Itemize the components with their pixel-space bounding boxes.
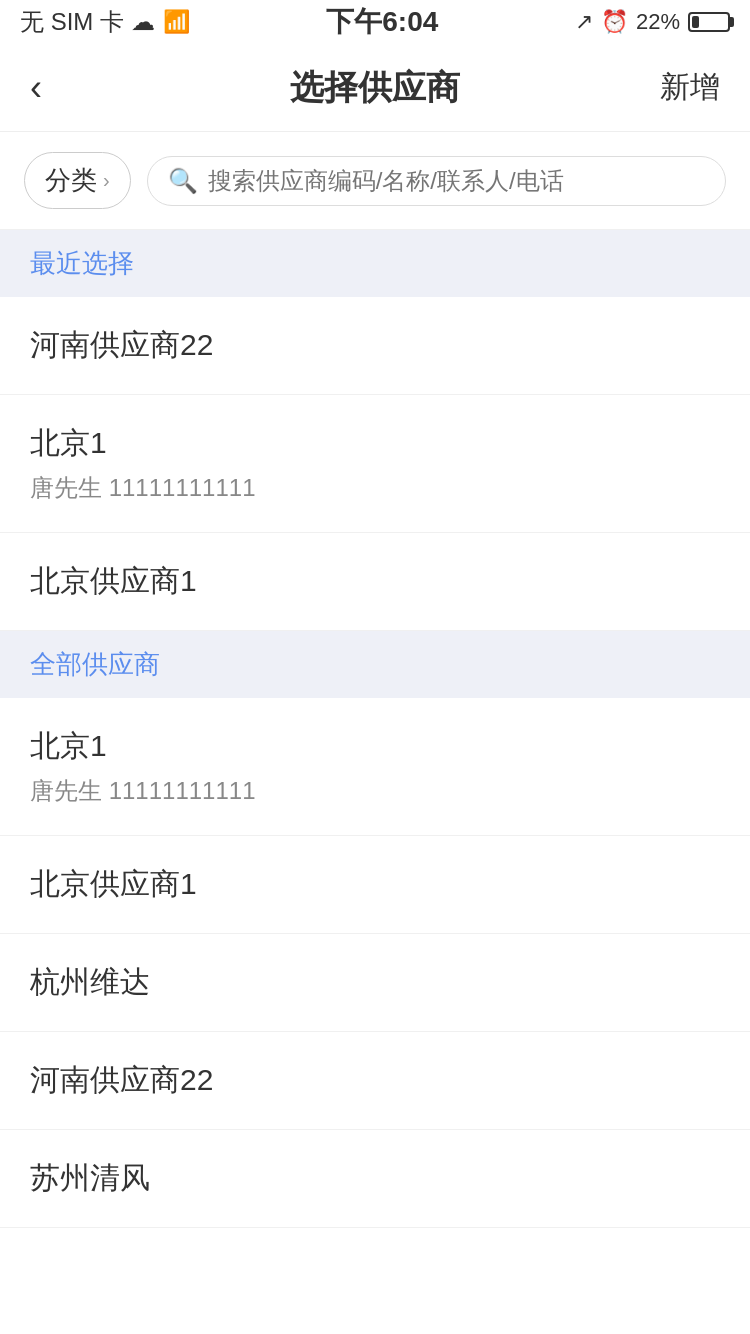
battery-percent: 22% — [636, 9, 680, 35]
recent-section-header: 最近选择 — [0, 230, 750, 297]
search-input[interactable] — [208, 167, 705, 195]
location-icon: ↗ — [575, 9, 593, 35]
sim-label: 无 SIM 卡 ☁ — [20, 6, 155, 38]
new-button[interactable]: 新增 — [660, 67, 720, 108]
search-box[interactable]: 🔍 — [147, 156, 726, 206]
list-item[interactable]: 北京供应商1 — [0, 533, 750, 631]
list-item[interactable]: 杭州维达 — [0, 934, 750, 1032]
item-name: 苏州清风 — [30, 1158, 720, 1199]
list-item[interactable]: 河南供应商22 — [0, 297, 750, 395]
list-item[interactable]: 北京1 唐先生 11111111111 — [0, 698, 750, 836]
item-name: 杭州维达 — [30, 962, 720, 1003]
chevron-right-icon: › — [103, 169, 110, 192]
item-sub: 唐先生 11111111111 — [30, 775, 720, 807]
wifi-icon: 📶 — [163, 9, 190, 35]
search-icon: 🔍 — [168, 167, 198, 195]
filter-bar: 分类 › 🔍 — [0, 132, 750, 230]
all-list: 北京1 唐先生 11111111111 北京供应商1 杭州维达河南供应商22 苏州清… — [0, 698, 750, 1228]
status-bar: 无 SIM 卡 ☁ 📶 下午6:04 ↗ ⏰ 22% — [0, 0, 750, 44]
item-sub: 唐先生 11111111111 — [30, 472, 720, 504]
alarm-icon: ⏰ — [601, 9, 628, 35]
recent-list: 河南供应商22 北京1 唐先生 11111111111 北京供应商1 — [0, 297, 750, 631]
all-section-label: 全部供应商 — [30, 649, 160, 679]
list-item[interactable]: 北京供应商1 — [0, 836, 750, 934]
page-title: 选择供应商 — [290, 65, 460, 111]
category-label: 分类 — [45, 163, 97, 198]
list-item[interactable]: 苏州清风 — [0, 1130, 750, 1228]
nav-bar: ‹ 选择供应商 新增 — [0, 44, 750, 132]
status-left: 无 SIM 卡 ☁ 📶 — [20, 6, 190, 38]
battery-icon — [688, 12, 730, 32]
item-name: 北京1 — [30, 423, 720, 464]
item-name: 北京供应商1 — [30, 864, 720, 905]
recent-section-label: 最近选择 — [30, 248, 134, 278]
category-button[interactable]: 分类 › — [24, 152, 131, 209]
status-right: ↗ ⏰ 22% — [575, 9, 730, 35]
list-item[interactable]: 河南供应商22 — [0, 1032, 750, 1130]
status-time: 下午6:04 — [326, 3, 438, 41]
list-item[interactable]: 北京1 唐先生 11111111111 — [0, 395, 750, 533]
item-name: 河南供应商22 — [30, 1060, 720, 1101]
item-name: 河南供应商22 — [30, 325, 720, 366]
item-name: 北京1 — [30, 726, 720, 767]
item-name: 北京供应商1 — [30, 561, 720, 602]
back-button[interactable]: ‹ — [30, 67, 90, 109]
all-section-header: 全部供应商 — [0, 631, 750, 698]
